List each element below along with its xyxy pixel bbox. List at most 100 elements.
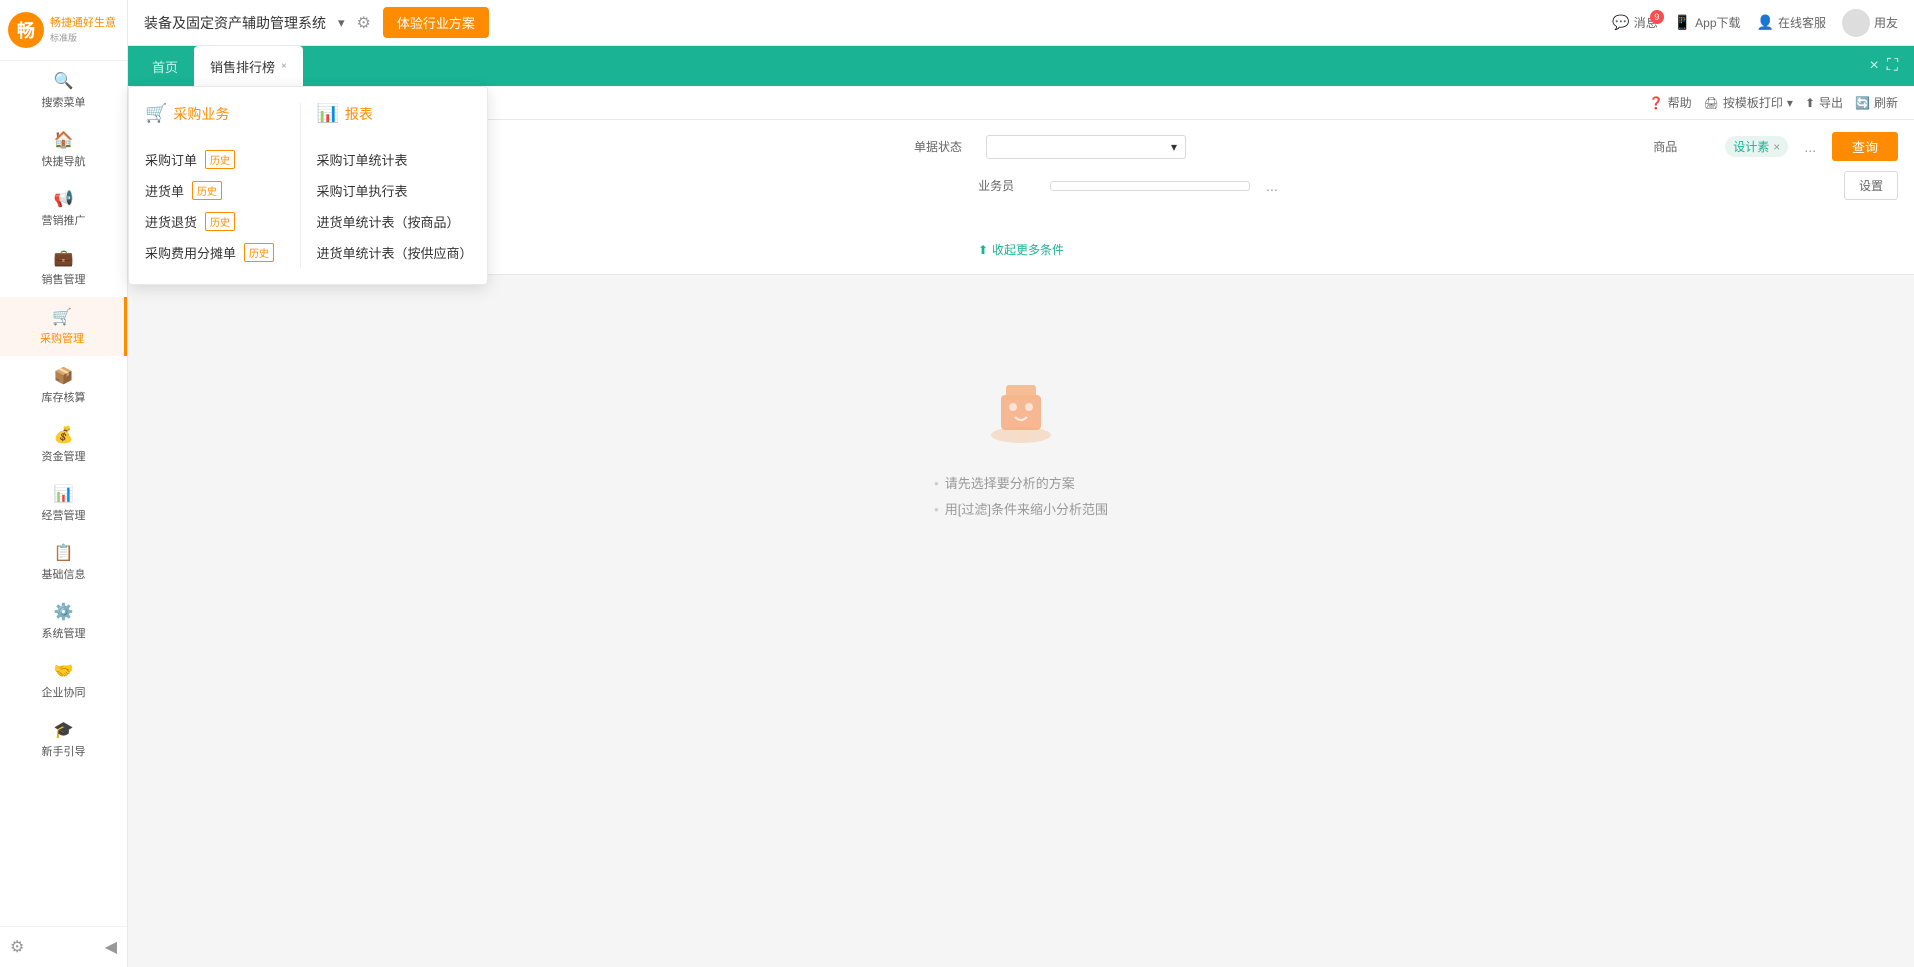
sidebar-nav: 🔍搜索菜单 🏠 快捷导航 📢营销推广 💼 销售管理 🛒采购管理📦库存核算💰资金管理📊经营管理… <box>0 61 127 926</box>
sidebar-item-sales[interactable]: 💼 销售管理 <box>0 238 127 297</box>
user-avatar <box>1842 9 1870 37</box>
salesperson-ellipsis[interactable]: ... <box>1262 178 1282 194</box>
export-icon: ⬆ <box>1805 96 1815 110</box>
goods-ellipsis[interactable]: ... <box>1800 139 1820 155</box>
menu-item-stock-return[interactable]: 进货退货 历史 <box>145 206 300 237</box>
report-col-icon: 📊 <box>317 103 339 124</box>
menu-item-purchase-cost[interactable]: 采购费用分摊单 历史 <box>145 237 300 268</box>
help-btn[interactable]: ❓ 帮助 <box>1649 94 1692 111</box>
tab-home-label: 首页 <box>152 57 178 76</box>
print-dropdown-icon[interactable]: ▾ <box>1787 96 1793 110</box>
tab-home[interactable]: 首页 <box>136 46 194 86</box>
sidebar-item-search[interactable]: 🔍搜索菜单 <box>0 61 127 120</box>
sidebar-item-quicknav[interactable]: 🏠 快捷导航 <box>0 120 127 179</box>
logo-badge: 标准版 <box>50 31 116 44</box>
export-label: 导出 <box>1819 94 1843 111</box>
online-service-btn[interactable]: 👤 在线客服 <box>1757 14 1826 31</box>
sidebar-bottom: ⚙ ◀ <box>0 926 127 967</box>
window-close-icon[interactable]: × <box>1869 57 1878 75</box>
quicknav-nav-icon: 🏠 <box>54 130 74 150</box>
system-nav-label: 系统管理 <box>42 625 86 641</box>
tab-sales-rank-label: 销售排行榜 <box>210 57 275 76</box>
salesperson-select[interactable] <box>1050 181 1250 191</box>
doc-status-select[interactable]: ▾ <box>986 135 1186 159</box>
goods-tag-close[interactable]: × <box>1773 140 1780 154</box>
sales-nav-label: 销售管理 <box>42 271 86 287</box>
marketing-nav-icon: 📢 <box>54 189 74 209</box>
menu-item-stock-stats-product[interactable]: 进货单统计表（按商品） <box>317 206 472 237</box>
export-btn[interactable]: ⬆ 导出 <box>1805 94 1843 111</box>
print-icon: 🖨 <box>1704 96 1719 110</box>
message-icon: 💬 <box>1612 14 1629 31</box>
order-stats-label: 采购订单统计表 <box>317 150 408 169</box>
basic-nav-icon: 📋 <box>54 543 74 563</box>
app-download-btn[interactable]: 📱 App下载 <box>1674 14 1741 31</box>
purchase-nav-icon: 🛒 <box>52 307 72 327</box>
sidebar-item-basic[interactable]: 📋 基础信息 <box>0 533 127 592</box>
message-btn[interactable]: 💬 消息 9 <box>1612 14 1657 31</box>
sidebar-item-inventory[interactable]: 📦库存核算 <box>0 356 127 415</box>
sidebar-item-finance[interactable]: 💰资金管理 <box>0 415 127 474</box>
purchase-col-title: 🛒 采购业务 <box>145 103 300 132</box>
template-print-label: 按模板打印 <box>1723 94 1783 111</box>
sales-nav-icon: 💼 <box>54 248 74 268</box>
stock-in-history-badge: 历史 <box>192 181 222 200</box>
empty-tip-2: 用[过滤]条件来缩小分析范围 <box>934 497 1108 523</box>
stock-stats-supplier-label: 进货单统计表（按供应商） <box>317 243 472 262</box>
search-nav-label: 搜索菜单 <box>42 94 86 110</box>
stock-return-history-badge: 历史 <box>205 212 235 231</box>
sidebar-item-purchase[interactable]: 🛒采购管理 <box>0 297 127 356</box>
menu-item-stock-in[interactable]: 进货单 历史 <box>145 175 300 206</box>
sidebar-item-newbie[interactable]: 🎓新手引导 <box>0 710 127 769</box>
report-col-label: 报表 <box>345 104 373 124</box>
sidebar-item-marketing[interactable]: 📢营销推广 <box>0 179 127 238</box>
tab-close-icon[interactable]: × <box>281 61 287 72</box>
stock-stats-product-label: 进货单统计表（按商品） <box>317 212 460 231</box>
system-nav-icon: ⚙️ <box>54 602 74 622</box>
basic-nav-label: 基础信息 <box>42 566 86 582</box>
industry-btn[interactable]: 体验行业方案 <box>383 7 489 38</box>
collapse-sidebar-icon[interactable]: ◀ <box>105 937 117 957</box>
sidebar-item-system[interactable]: ⚙️ 系统管理 <box>0 592 127 651</box>
window-expand-icon[interactable]: ⛶ <box>1887 57 1898 75</box>
menu-item-stock-stats-supplier[interactable]: 进货单统计表（按供应商） <box>317 237 472 268</box>
set-button[interactable]: 设置 <box>1844 171 1898 200</box>
header-actions: 💬 消息 9 📱 App下载 👤 在线客服 用友 <box>1612 9 1898 37</box>
filter-actions-2: 设置 <box>1844 171 1898 200</box>
template-print-btn[interactable]: 🖨 按模板打印 ▾ <box>1704 94 1793 111</box>
sidebar: 畅 畅捷通好生意 标准版 🔍搜索菜单🏠快捷导航📢营销推广💼销售管理🛒采购管理📦库… <box>0 0 128 967</box>
user-menu[interactable]: 用友 <box>1842 9 1898 37</box>
refresh-btn[interactable]: 🔄 刷新 <box>1855 94 1898 111</box>
notification-badge: 9 <box>1650 10 1664 24</box>
operation-nav-icon: 📊 <box>54 484 74 504</box>
goods-label: 商品 <box>1653 138 1713 155</box>
sidebar-item-operation[interactable]: 📊经营管理 <box>0 474 127 533</box>
query-button[interactable]: 查询 <box>1832 132 1898 161</box>
tab-bar: 首页 销售排行榜 × × ⛶ <box>128 46 1914 86</box>
empty-tip-1: 请先选择要分析的方案 <box>934 471 1108 497</box>
order-exec-label: 采购订单执行表 <box>317 181 408 200</box>
inventory-nav-icon: 📦 <box>54 366 74 386</box>
logo-text: 畅捷通好生意 <box>50 16 116 31</box>
stock-in-label: 进货单 <box>145 181 184 200</box>
menu-item-purchase-order[interactable]: 采购订单 历史 <box>145 144 300 175</box>
filter-actions: 查询 <box>1832 132 1898 161</box>
purchase-col-label: 采购业务 <box>173 104 229 124</box>
collapse-label: 收起更多条件 <box>992 241 1064 258</box>
quicknav-nav-label: 快捷导航 <box>42 153 86 169</box>
system-dropdown[interactable]: ▾ <box>338 15 345 31</box>
goods-tag[interactable]: 设计素 × <box>1725 136 1788 157</box>
collapse-up-icon: ⬆ <box>978 243 988 257</box>
collapse-btn[interactable]: ⬆ 收起更多条件 <box>974 237 1068 262</box>
menu-columns: 🛒 采购业务 采购订单 历史 进货单 历史 进货退货 历史 采购费用分摊单 <box>145 103 471 268</box>
purchase-cost-history-badge: 历史 <box>244 243 274 262</box>
sidebar-item-enterprise[interactable]: 🤝企业协同 <box>0 651 127 710</box>
tab-sales-rank[interactable]: 销售排行榜 × <box>194 46 303 86</box>
menu-item-order-stats[interactable]: 采购订单统计表 <box>317 144 472 175</box>
menu-item-order-exec[interactable]: 采购订单执行表 <box>317 175 472 206</box>
newbie-nav-icon: 🎓 <box>54 720 74 740</box>
settings-icon[interactable]: ⚙ <box>357 13 371 33</box>
settings-bottom-icon[interactable]: ⚙ <box>10 937 24 957</box>
purchase-order-label: 采购订单 <box>145 150 197 169</box>
empty-tips: 请先选择要分析的方案 用[过滤]条件来缩小分析范围 <box>934 471 1108 523</box>
